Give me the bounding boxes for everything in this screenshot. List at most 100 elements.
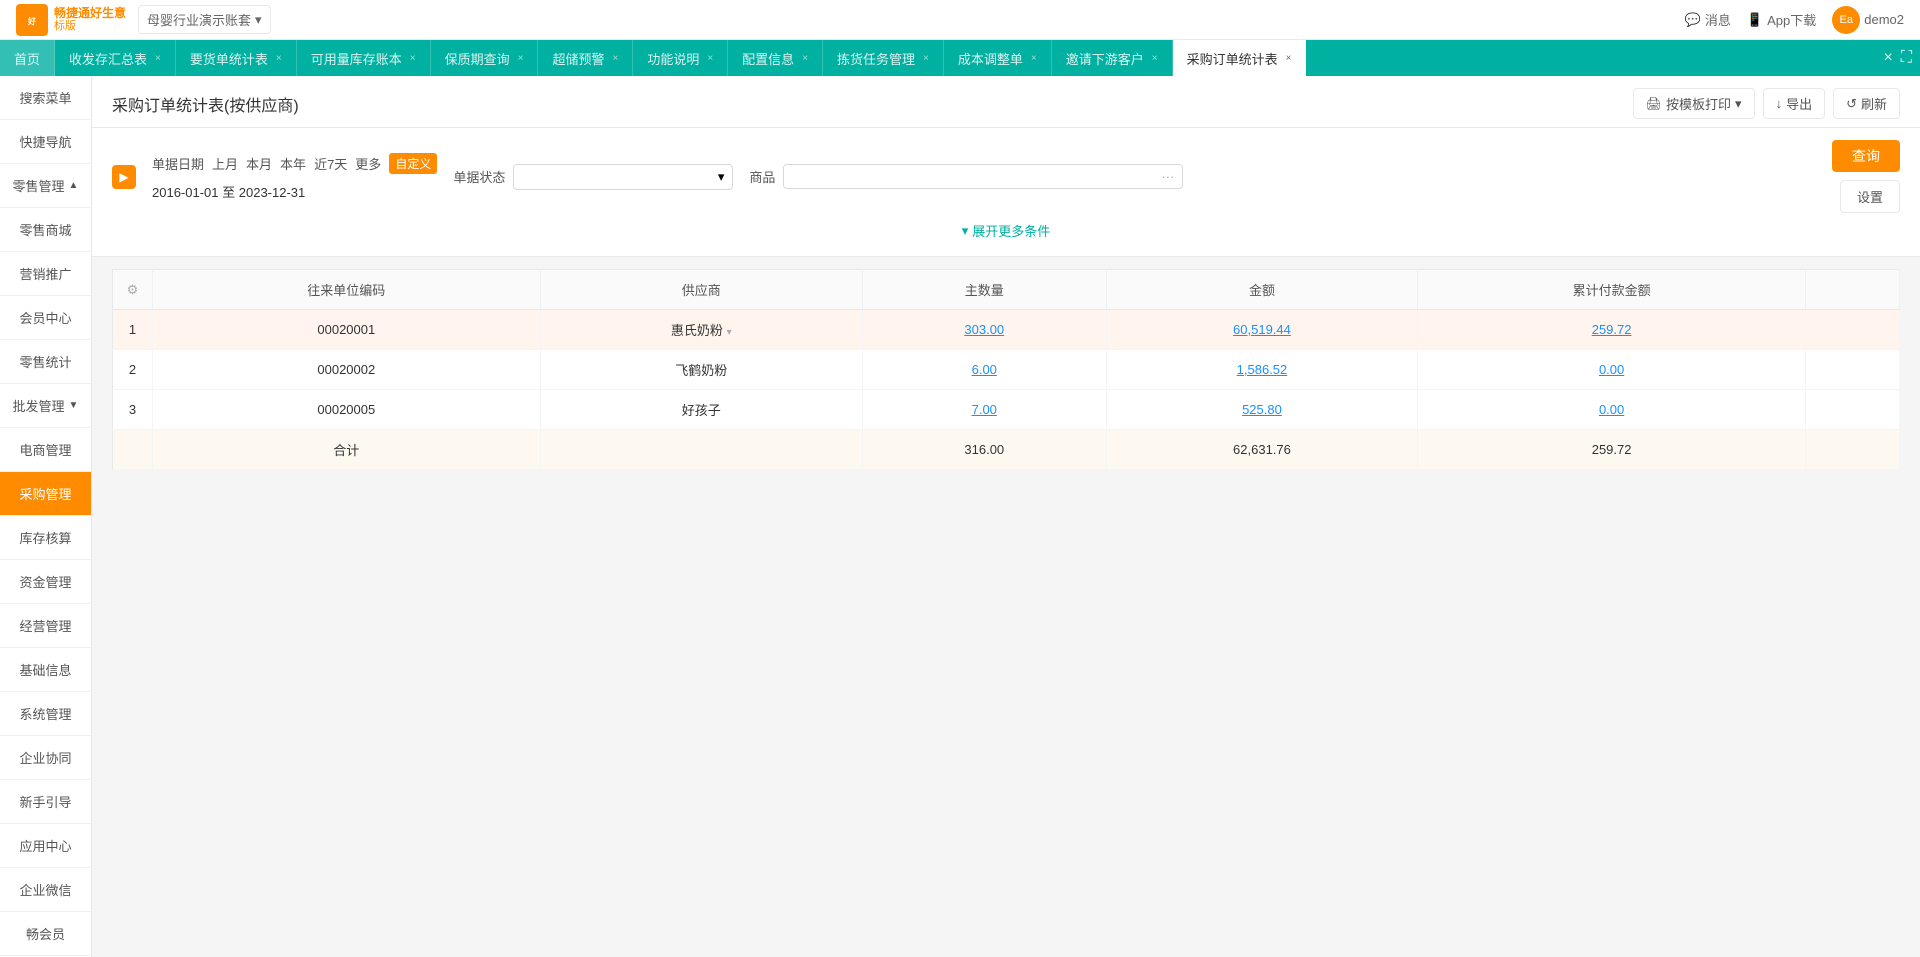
filter-row: ▶ 单据日期 上月 本月 本年 近7天 更多 自定义 2016-01-01 至 (112, 140, 1900, 213)
tab-home[interactable]: 首页 (0, 40, 55, 76)
message-action[interactable]: 💬 消息 (1685, 10, 1731, 29)
tab-overstock-warning[interactable]: 超储预警 × (538, 40, 633, 76)
row-2-no: 2 (113, 350, 153, 390)
filter-toggle-icon: ▶ (119, 170, 128, 184)
table-row: 2 00020002 飞鹤奶粉 6.00 1,586.52 (113, 350, 1900, 390)
main-layout: 搜索菜单 快捷导航 零售管理 ▲ 零售商城 营销推广 会员中心 零售统计 批发管… (0, 76, 1920, 957)
status-dropdown-icon: ▾ (718, 169, 725, 185)
shortcut-more[interactable]: 更多 (355, 154, 381, 173)
page-title: 采购订单统计表(按供应商) (112, 92, 299, 116)
tab-receive-summary[interactable]: 收发存汇总表 × (55, 40, 176, 76)
row-2-vendor-code: 00020002 (153, 350, 541, 390)
svg-text:好: 好 (27, 16, 36, 26)
tab-close-icon[interactable]: × (612, 53, 618, 64)
tab-close-icon[interactable]: × (707, 53, 713, 64)
goods-input-field[interactable] (792, 169, 1153, 184)
tab-available-stock[interactable]: 可用量库存账本 × (297, 40, 431, 76)
page-actions: 🖨 按模板打印 ▾ ↓ 导出 ↺ 刷新 (1633, 88, 1901, 119)
refresh-button[interactable]: ↺ 刷新 (1833, 88, 1900, 119)
tab-close-icon[interactable]: × (155, 53, 161, 64)
tab-function-desc[interactable]: 功能说明 × (633, 40, 728, 76)
custom-date-badge: 自定义 (389, 153, 437, 174)
filter-area: ▶ 单据日期 上月 本月 本年 近7天 更多 自定义 2016-01-01 至 (92, 128, 1920, 257)
app-download-action[interactable]: 📱 App下载 (1747, 10, 1816, 29)
row-1-vendor-name: 惠氏奶粉 ▾ (540, 310, 862, 350)
sidebar-item-ecommerce[interactable]: 电商管理 (0, 428, 91, 472)
tab-order-summary[interactable]: 要货单统计表 × (176, 40, 297, 76)
sidebar-item-retail-manage[interactable]: 零售管理 ▲ (0, 164, 91, 208)
sidebar-item-enterprise-collab[interactable]: 企业协同 (0, 736, 91, 780)
content-area: 采购订单统计表(按供应商) 🖨 按模板打印 ▾ ↓ 导出 ↺ 刷新 (92, 76, 1920, 957)
sidebar-item-inventory[interactable]: 库存核算 (0, 516, 91, 560)
shortcut-this-month[interactable]: 本月 (246, 154, 272, 173)
sidebar-item-basic-info[interactable]: 基础信息 (0, 648, 91, 692)
sidebar-item-operations[interactable]: 经营管理 (0, 604, 91, 648)
row-3-amount: 525.80 (1106, 390, 1418, 430)
tab-config-info[interactable]: 配置信息 × (728, 40, 823, 76)
date-filter-group: 单据日期 上月 本月 本年 近7天 更多 自定义 2016-01-01 至 20… (152, 153, 437, 201)
row-2-vendor-name: 飞鹤奶粉 (540, 350, 862, 390)
date-label: 单据日期 (152, 154, 204, 173)
tab-close-icon[interactable]: × (518, 53, 524, 64)
sidebar-item-purchase[interactable]: 采购管理 (0, 472, 91, 516)
user-avatar: Ea (1832, 6, 1860, 34)
row-3-vendor-name: 好孩子 (540, 390, 862, 430)
workspace-selector[interactable]: 母婴行业演示账套 ▾ (138, 5, 271, 34)
table-settings-icon[interactable]: ⚙ (127, 282, 139, 297)
tab-cost-adjust[interactable]: 成本调整单 × (944, 40, 1052, 76)
user-profile[interactable]: Ea demo2 (1832, 6, 1904, 34)
sidebar-item-wholesale[interactable]: 批发管理 ▼ (0, 384, 91, 428)
tab-close-icon[interactable]: × (923, 53, 929, 64)
logo-area: 好 畅捷通好生意 标版 (16, 4, 126, 36)
shortcut-7days[interactable]: 近7天 (314, 154, 347, 173)
nav-fullscreen-btn[interactable]: ⛶ (1901, 49, 1912, 67)
th-amount: 金额 (1106, 270, 1418, 310)
tab-purchase-order-summary[interactable]: 采购订单统计表 × (1173, 40, 1307, 76)
tab-pick-task[interactable]: 拣货任务管理 × (823, 40, 944, 76)
sidebar-item-retail-stats[interactable]: 零售统计 (0, 340, 91, 384)
table-row: 1 00020001 惠氏奶粉 ▾ 303.00 60,519.44 (113, 310, 1900, 350)
expand-icon: ▾ (962, 223, 969, 239)
sidebar-item-enterprise-wechat[interactable]: 企业微信 (0, 868, 91, 912)
footer-total-amount: 62,631.76 (1106, 430, 1418, 470)
sidebar-item-member2[interactable]: 畅会员 (0, 912, 91, 956)
sidebar-item-member[interactable]: 会员中心 (0, 296, 91, 340)
goods-more-icon[interactable]: ··· (1161, 169, 1174, 184)
tab-close-icon[interactable]: × (410, 53, 416, 64)
row-3-vendor-code: 00020005 (153, 390, 541, 430)
shortcut-prev-month[interactable]: 上月 (212, 154, 238, 173)
tab-close-icon[interactable]: × (276, 53, 282, 64)
filter-toggle-button[interactable]: ▶ (112, 165, 136, 189)
export-button[interactable]: ↓ 导出 (1763, 88, 1826, 119)
th-settings: ⚙ (113, 270, 153, 310)
sidebar-item-system[interactable]: 系统管理 (0, 692, 91, 736)
tab-expiry-query[interactable]: 保质期查询 × (431, 40, 539, 76)
table-foot: 合计 316.00 62,631.76 259.72 (113, 430, 1900, 470)
settings-button[interactable]: 设置 (1840, 180, 1900, 213)
row-1-vendor-code: 00020001 (153, 310, 541, 350)
tab-close-icon[interactable]: × (1152, 53, 1158, 64)
row-1-dropdown-icon[interactable]: ▾ (727, 327, 732, 338)
nav-close-btn[interactable]: × (1883, 49, 1892, 67)
status-select[interactable]: ▾ (513, 164, 733, 190)
workspace-name: 母婴行业演示账套 (147, 10, 251, 29)
sidebar-item-app-center[interactable]: 应用中心 (0, 824, 91, 868)
row-1-qty: 303.00 (862, 310, 1106, 350)
query-button[interactable]: 查询 (1832, 140, 1900, 172)
expand-more-button[interactable]: ▾ 展开更多条件 (962, 221, 1051, 240)
sidebar-item-finance[interactable]: 资金管理 (0, 560, 91, 604)
tab-invite-downstream[interactable]: 邀请下游客户 × (1052, 40, 1173, 76)
tab-close-icon[interactable]: × (1031, 53, 1037, 64)
print-button[interactable]: 🖨 按模板打印 ▾ (1633, 88, 1755, 119)
sidebar-item-quick-nav[interactable]: 快捷导航 (0, 120, 91, 164)
goods-input[interactable]: ··· (783, 164, 1183, 189)
th-paid: 累计付款金额 (1418, 270, 1806, 310)
sidebar-item-retail-shop[interactable]: 零售商城 (0, 208, 91, 252)
row-3-qty: 7.00 (862, 390, 1106, 430)
tab-close-icon[interactable]: × (802, 53, 808, 64)
sidebar-item-marketing[interactable]: 营销推广 (0, 252, 91, 296)
shortcut-this-year[interactable]: 本年 (280, 154, 306, 173)
sidebar-item-search[interactable]: 搜索菜单 (0, 76, 91, 120)
sidebar-item-new-guide[interactable]: 新手引导 (0, 780, 91, 824)
tab-close-active-icon[interactable]: × (1286, 53, 1292, 64)
